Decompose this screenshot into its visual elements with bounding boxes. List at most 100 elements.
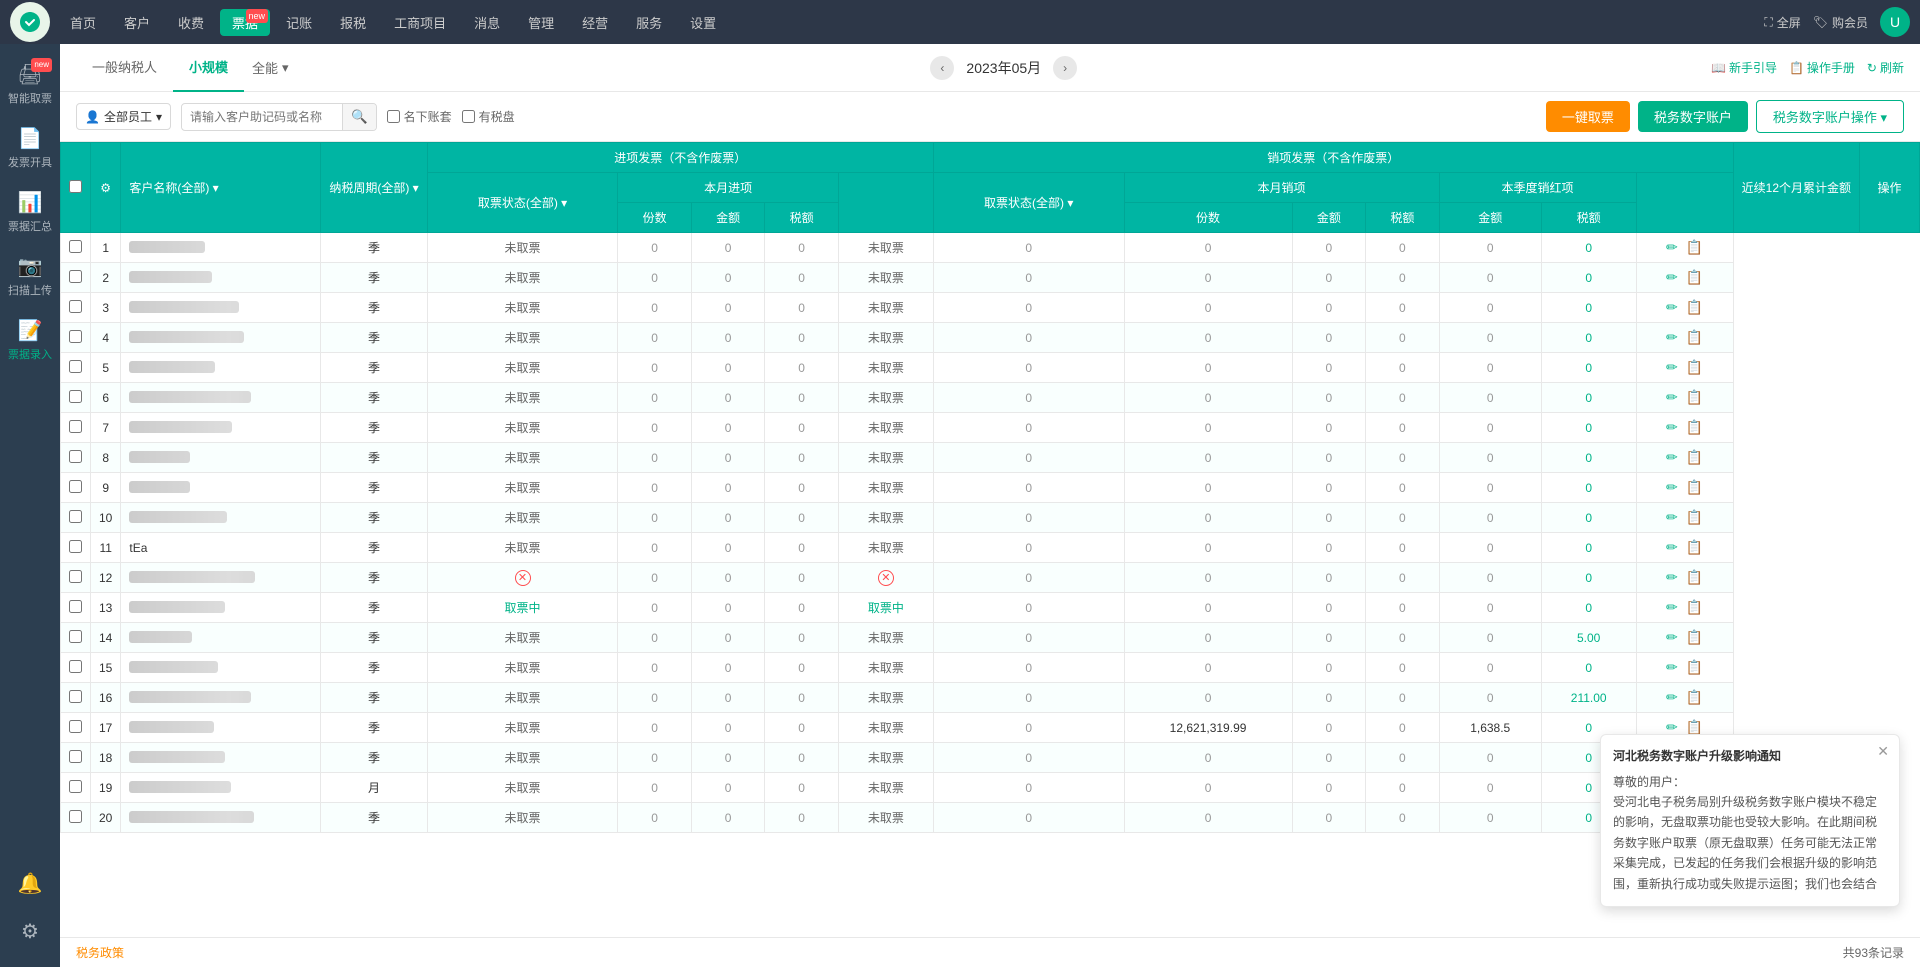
member-button[interactable]: 🏷 购会员 (1813, 14, 1868, 31)
nav-business[interactable]: 工商项目 (382, 9, 458, 36)
row-checkbox[interactable] (69, 690, 82, 703)
search-button[interactable]: 🔍 (342, 104, 376, 130)
edit-button[interactable]: ✏ (1666, 479, 1678, 496)
sidebar-item-smart-ticket[interactable]: 🖨 智能取票 new (0, 52, 60, 116)
cum12-link[interactable]: 0 (1585, 331, 1592, 345)
edit-button[interactable]: ✏ (1666, 659, 1678, 676)
cum12-link[interactable]: 0 (1585, 271, 1592, 285)
nav-operation[interactable]: 经营 (570, 9, 620, 36)
cum12-link[interactable]: 0 (1585, 511, 1592, 525)
edit-button[interactable]: ✏ (1666, 509, 1678, 526)
row-checkbox[interactable] (69, 420, 82, 433)
copy-button[interactable]: 📋 (1686, 479, 1703, 496)
copy-button[interactable]: 📋 (1686, 239, 1703, 256)
cum12-link[interactable]: 0 (1585, 811, 1592, 825)
row-checkbox[interactable] (69, 390, 82, 403)
refresh-link[interactable]: ↻ 刷新 (1867, 59, 1904, 76)
nav-fee[interactable]: 收费 (166, 9, 216, 36)
row-checkbox[interactable] (69, 480, 82, 493)
checkbox-has-disk[interactable]: 有税盘 (462, 108, 515, 125)
copy-button[interactable]: 📋 (1686, 569, 1703, 586)
cum12-link[interactable]: 0 (1585, 721, 1592, 735)
nav-service[interactable]: 服务 (624, 9, 674, 36)
copy-button[interactable]: 📋 (1686, 659, 1703, 676)
edit-button[interactable]: ✏ (1666, 629, 1678, 646)
nav-bookkeeping[interactable]: 记账 (274, 9, 324, 36)
edit-button[interactable]: ✏ (1666, 569, 1678, 586)
cum12-link[interactable]: 0 (1585, 481, 1592, 495)
copy-button[interactable]: 📋 (1686, 449, 1703, 466)
row-checkbox[interactable] (69, 630, 82, 643)
copy-button[interactable]: 📋 (1686, 539, 1703, 556)
select-all-checkbox[interactable] (69, 180, 82, 193)
sidebar-item-entry[interactable]: 📝 票据录入 (0, 308, 60, 372)
edit-button[interactable]: ✏ (1666, 419, 1678, 436)
row-checkbox[interactable] (69, 810, 82, 823)
copy-button[interactable]: 📋 (1686, 509, 1703, 526)
row-checkbox[interactable] (69, 330, 82, 343)
tooltip-close-button[interactable]: ✕ (1877, 743, 1889, 760)
nav-manage[interactable]: 管理 (516, 9, 566, 36)
digital-account-op-button[interactable]: 税务数字账户操作 ▾ (1756, 100, 1904, 133)
sidebar-settings[interactable]: ⚙ (0, 909, 60, 957)
cum12-link[interactable]: 5.00 (1577, 631, 1600, 645)
row-checkbox[interactable] (69, 750, 82, 763)
edit-button[interactable]: ✏ (1666, 449, 1678, 466)
nav-home[interactable]: 首页 (58, 9, 108, 36)
edit-button[interactable]: ✏ (1666, 359, 1678, 376)
under-account-checkbox[interactable] (387, 110, 400, 123)
row-checkbox[interactable] (69, 450, 82, 463)
employee-select[interactable]: 👤 全部员工 ▾ (76, 103, 171, 130)
copy-button[interactable]: 📋 (1686, 359, 1703, 376)
new-guide-link[interactable]: 📖 新手引导 (1711, 59, 1777, 76)
cum12-link[interactable]: 0 (1585, 361, 1592, 375)
fullscreen-button[interactable]: ⛶ 全屏 (1764, 14, 1800, 31)
tax-policy-link[interactable]: 税务政策 (76, 944, 124, 961)
edit-button[interactable]: ✏ (1666, 689, 1678, 706)
cum12-link[interactable]: 0 (1585, 421, 1592, 435)
nav-invoice[interactable]: 票据 new (220, 9, 270, 36)
edit-button[interactable]: ✏ (1666, 329, 1678, 346)
copy-button[interactable]: 📋 (1686, 419, 1703, 436)
row-checkbox[interactable] (69, 720, 82, 733)
search-input[interactable] (182, 106, 342, 128)
has-disk-checkbox[interactable] (462, 110, 475, 123)
tab-all[interactable]: 全能 ▾ (244, 58, 297, 77)
th-input-status[interactable]: 取票状态(全部) ▾ (427, 173, 618, 233)
copy-button[interactable]: 📋 (1686, 299, 1703, 316)
cum12-link[interactable]: 0 (1585, 541, 1592, 555)
row-checkbox[interactable] (69, 660, 82, 673)
user-avatar[interactable]: U (1880, 7, 1910, 37)
edit-button[interactable]: ✏ (1666, 239, 1678, 256)
cum12-link[interactable]: 0 (1585, 601, 1592, 615)
cum12-link[interactable]: 211.00 (1571, 691, 1607, 705)
row-checkbox[interactable] (69, 510, 82, 523)
digital-account-button[interactable]: 税务数字账户 (1638, 101, 1748, 132)
row-checkbox[interactable] (69, 360, 82, 373)
sidebar-item-invoice-open[interactable]: 📄 发票开具 (0, 116, 60, 180)
prev-month-button[interactable]: ‹ (930, 56, 954, 80)
nav-settings[interactable]: 设置 (678, 9, 728, 36)
row-checkbox[interactable] (69, 600, 82, 613)
row-checkbox[interactable] (69, 300, 82, 313)
sidebar-item-scan[interactable]: 📷 扫描上传 (0, 244, 60, 308)
cum12-link[interactable]: 0 (1585, 751, 1592, 765)
cum12-link[interactable]: 0 (1585, 451, 1592, 465)
row-checkbox[interactable] (69, 540, 82, 553)
edit-button[interactable]: ✏ (1666, 599, 1678, 616)
sidebar-item-summary[interactable]: 📊 票据汇总 (0, 180, 60, 244)
cum12-link[interactable]: 0 (1585, 241, 1592, 255)
manual-link[interactable]: 📋 操作手册 (1789, 59, 1855, 76)
row-checkbox[interactable] (69, 240, 82, 253)
row-checkbox[interactable] (69, 780, 82, 793)
checkbox-under-account[interactable]: 名下账套 (387, 108, 452, 125)
copy-button[interactable]: 📋 (1686, 269, 1703, 286)
cum12-link[interactable]: 0 (1585, 391, 1592, 405)
th-output-status[interactable]: 取票状态(全部) ▾ (933, 173, 1124, 233)
edit-button[interactable]: ✏ (1666, 389, 1678, 406)
edit-button[interactable]: ✏ (1666, 299, 1678, 316)
cum12-link[interactable]: 0 (1585, 571, 1592, 585)
nav-tax[interactable]: 报税 (328, 9, 378, 36)
cum12-link[interactable]: 0 (1585, 781, 1592, 795)
edit-button[interactable]: ✏ (1666, 539, 1678, 556)
